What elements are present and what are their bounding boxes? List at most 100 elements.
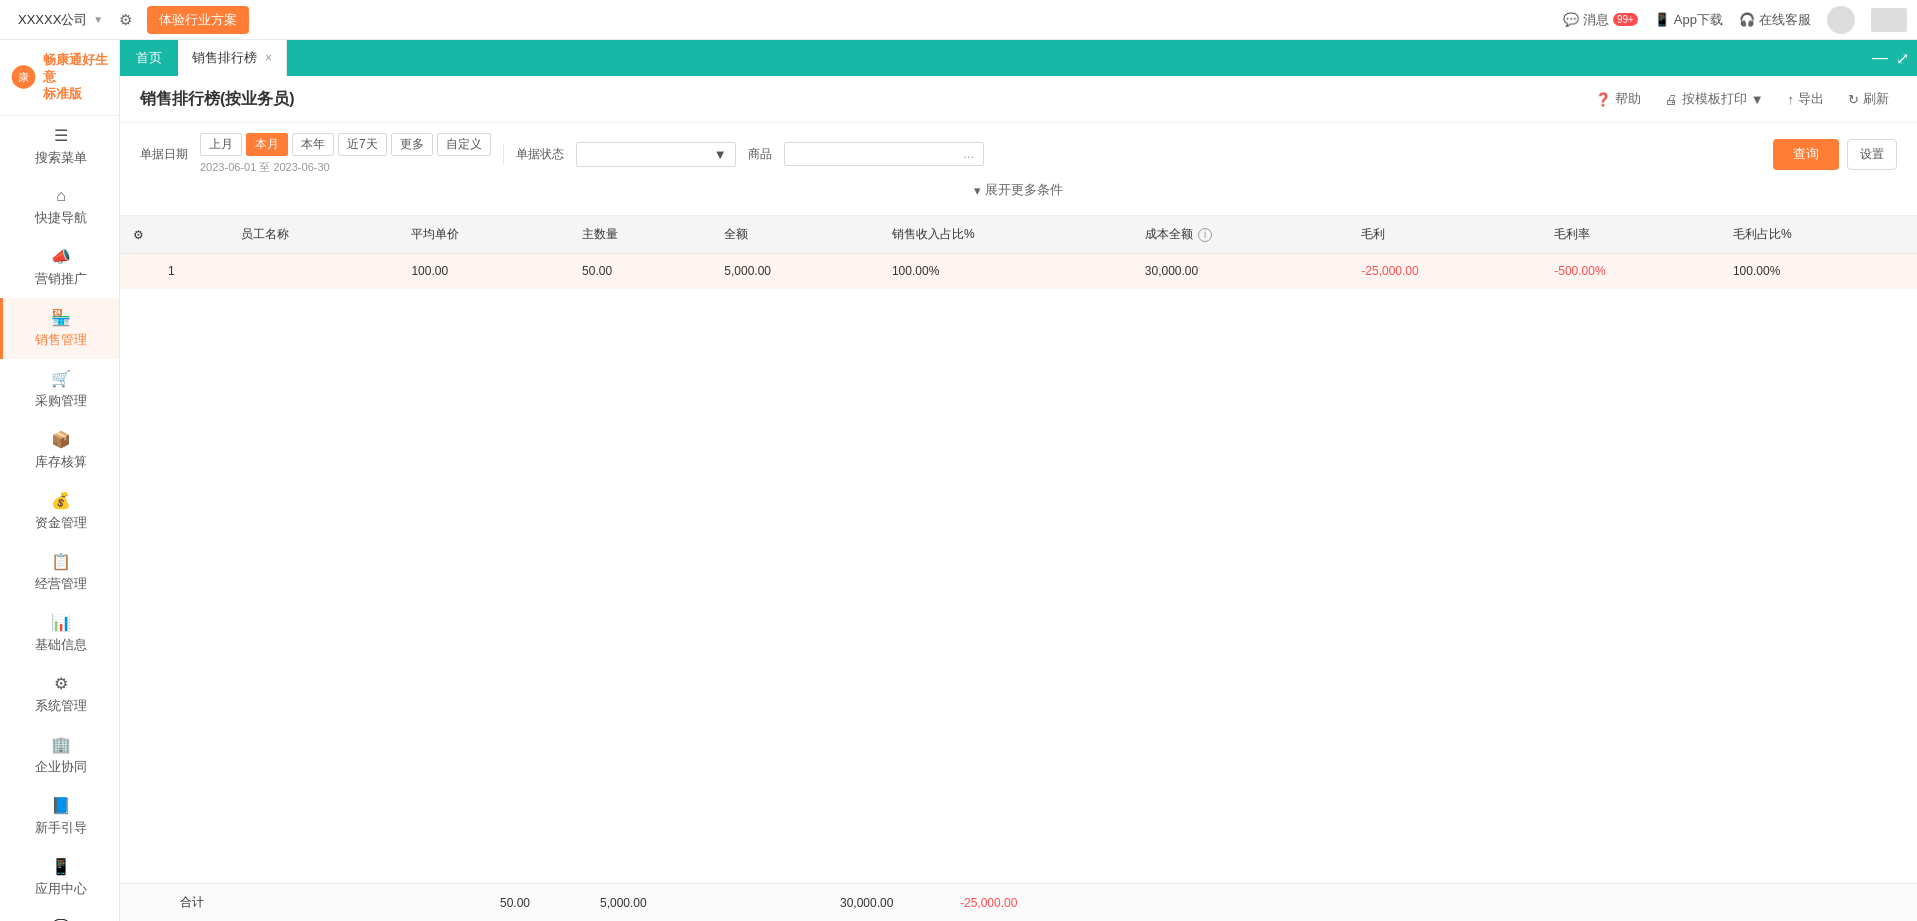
app-icon: 📱 [1654, 12, 1670, 27]
data-table: ⚙ 员工名称 平均单价 主数量 全额 销售收入占比% 成本全额 i 毛利 毛利率 [120, 216, 1917, 289]
status-select[interactable]: ▼ [576, 142, 736, 167]
more-icon: … [963, 147, 975, 161]
td-settings [120, 254, 156, 289]
date-btn-custom[interactable]: 自定义 [437, 133, 491, 156]
main-content: 首页 销售排行榜 × — ⤢ 销售排行榜(按业务员) ❓ 帮助 🖨 按模 [120, 40, 1917, 921]
company-selector[interactable]: XXXXX公司 ▼ [10, 7, 111, 33]
sidebar-item-label: 系统管理 [35, 697, 87, 715]
sidebar-item-label: 基础信息 [35, 636, 87, 654]
sidebar-item-label: 采购管理 [35, 392, 87, 410]
company-name: XXXXX公司 [18, 11, 87, 29]
date-btn-last-month[interactable]: 上月 [200, 133, 242, 156]
sales-icon: 🏪 [51, 308, 71, 327]
sidebar-item-enterprise-wechat[interactable]: 💬 企业微信 [0, 908, 119, 921]
sidebar-item-marketing[interactable]: 📣 营销推广 [0, 237, 119, 298]
table-footer: 合计 50.00 5,000.00 30,000.00 -25,000.00 [120, 883, 1917, 921]
date-range: 2023-06-01 至 2023-06-30 [200, 160, 491, 175]
help-icon: ❓ [1595, 92, 1611, 107]
top-header: XXXXX公司 ▼ ⚙ 体验行业方案 💬 消息 99+ 📱 App下载 🎧 在线… [0, 0, 1917, 40]
expand-down-icon: ▾ [974, 183, 981, 198]
app-center-icon: 📱 [51, 857, 71, 876]
sidebar-item-app-center[interactable]: 📱 应用中心 [0, 847, 119, 908]
header-right: 💬 消息 99+ 📱 App下载 🎧 在线客服 [1563, 6, 1907, 34]
help-button[interactable]: ❓ 帮助 [1587, 86, 1649, 112]
tab-home[interactable]: 首页 [120, 40, 178, 76]
filter-row-main: 单据日期 上月 本月 本年 近7天 更多 自定义 2023-06-01 至 20… [140, 133, 1897, 175]
filter-settings-button[interactable]: 设置 [1847, 139, 1897, 170]
page-header: 销售排行榜(按业务员) ❓ 帮助 🖨 按模板打印 ▼ ↑ 导出 ↻ 刷新 [120, 76, 1917, 123]
sidebar-item-purchase[interactable]: 🛒 采购管理 [0, 359, 119, 420]
avatar[interactable] [1827, 6, 1855, 34]
th-avg-price: 平均单价 [399, 216, 570, 254]
table-header-row: ⚙ 员工名称 平均单价 主数量 全额 销售收入占比% 成本全额 i 毛利 毛利率 [120, 216, 1917, 254]
table-area: ⚙ 员工名称 平均单价 主数量 全额 销售收入占比% 成本全额 i 毛利 毛利率 [120, 216, 1917, 883]
td-qty: 50.00 [570, 254, 712, 289]
sidebar-item-inventory[interactable]: 📦 库存核算 [0, 420, 119, 481]
settings-icon[interactable]: ⚙ [111, 6, 139, 34]
page-actions: ❓ 帮助 🖨 按模板打印 ▼ ↑ 导出 ↻ 刷新 [1587, 86, 1897, 112]
sidebar-item-search-order[interactable]: ☰ 搜索菜单 [0, 116, 119, 177]
chevron-down-icon: ▼ [714, 147, 727, 162]
sidebar-item-finance[interactable]: 💰 资金管理 [0, 481, 119, 542]
sidebar-item-label: 企业协同 [35, 758, 87, 776]
tab-bar-right: — ⤢ [1872, 49, 1917, 68]
sidebar-item-operations[interactable]: 📋 经营管理 [0, 542, 119, 603]
online-service-btn[interactable]: 🎧 在线客服 [1739, 11, 1811, 29]
sidebar-item-basic-info[interactable]: 📊 基础信息 [0, 603, 119, 664]
query-button[interactable]: 查询 [1773, 139, 1839, 170]
logo-text: 畅康通好生意 标准版 [43, 52, 109, 103]
sidebar-item-label: 经营管理 [35, 575, 87, 593]
sidebar-item-system[interactable]: ⚙ 系统管理 [0, 664, 119, 725]
sidebar: 康 畅康通好生意 标准版 ☰ 搜索菜单 ⌂ 快捷导航 📣 营销推广 🏪 销售 [0, 40, 120, 921]
trial-button[interactable]: 体验行业方案 [147, 6, 249, 34]
sidebar-item-guide[interactable]: 📘 新手引导 [0, 786, 119, 847]
th-gross: 毛利 [1349, 216, 1542, 254]
filter-expand-row[interactable]: ▾ 展开更多条件 [140, 175, 1897, 205]
export-button[interactable]: ↑ 导出 [1780, 86, 1833, 112]
cost-info-icon[interactable]: i [1198, 228, 1212, 242]
date-btn-this-month[interactable]: 本月 [246, 133, 288, 156]
tab-sales-ranking[interactable]: 销售排行榜 × [178, 40, 287, 76]
th-gross-pct: 毛利占比% [1721, 216, 1917, 254]
footer-label: 合计 [168, 894, 248, 911]
date-btn-more[interactable]: 更多 [391, 133, 433, 156]
th-settings[interactable]: ⚙ [120, 216, 156, 254]
page-title: 销售排行榜(按业务员) [140, 89, 295, 110]
template-print-button[interactable]: 🖨 按模板打印 ▼ [1657, 86, 1772, 112]
filter-area: 单据日期 上月 本月 本年 近7天 更多 自定义 2023-06-01 至 20… [120, 123, 1917, 216]
sidebar-menu: ☰ 搜索菜单 ⌂ 快捷导航 📣 营销推广 🏪 销售管理 🛒 采购管理 📦 库 [0, 116, 119, 921]
sidebar-item-label: 新手引导 [35, 819, 87, 837]
maximize-icon[interactable]: ⤢ [1896, 49, 1909, 68]
message-badge: 99+ [1613, 13, 1638, 26]
th-employee: 员工名称 [229, 216, 400, 254]
td-cost: 30,000.00 [1133, 254, 1350, 289]
search-menu-icon: ☰ [54, 126, 68, 145]
print-icon: 🖨 [1665, 92, 1678, 107]
operations-icon: 📋 [51, 552, 71, 571]
th-rank [156, 216, 229, 254]
message-icon: 💬 [1563, 12, 1579, 27]
sidebar-item-enterprise-collab[interactable]: 🏢 企业协同 [0, 725, 119, 786]
sidebar-item-quick-nav[interactable]: ⌂ 快捷导航 [0, 177, 119, 237]
date-btn-7days[interactable]: 近7天 [338, 133, 387, 156]
date-btn-this-year[interactable]: 本年 [292, 133, 334, 156]
sidebar-item-label: 应用中心 [35, 880, 87, 898]
megaphone-icon: 📣 [51, 247, 71, 266]
guide-icon: 📘 [51, 796, 71, 815]
minimize-icon[interactable]: — [1872, 49, 1888, 67]
th-cost: 成本全额 i [1133, 216, 1350, 254]
footer-amount: 5,000.00 [588, 896, 708, 910]
sidebar-item-label: 库存核算 [35, 453, 87, 471]
user-name [1871, 8, 1907, 32]
th-amount: 全额 [712, 216, 880, 254]
goods-select[interactable]: … [784, 142, 984, 166]
refresh-button[interactable]: ↻ 刷新 [1840, 86, 1897, 112]
sidebar-item-sales[interactable]: 🏪 销售管理 [0, 298, 119, 359]
app-download-btn[interactable]: 📱 App下载 [1654, 11, 1723, 29]
message-btn[interactable]: 💬 消息 99+ [1563, 11, 1638, 29]
th-sales-pct: 销售收入占比% [880, 216, 1133, 254]
td-rank: 1 [156, 254, 229, 289]
finance-icon: 💰 [51, 491, 71, 510]
system-icon: ⚙ [54, 674, 68, 693]
tab-close-icon[interactable]: × [265, 51, 272, 65]
